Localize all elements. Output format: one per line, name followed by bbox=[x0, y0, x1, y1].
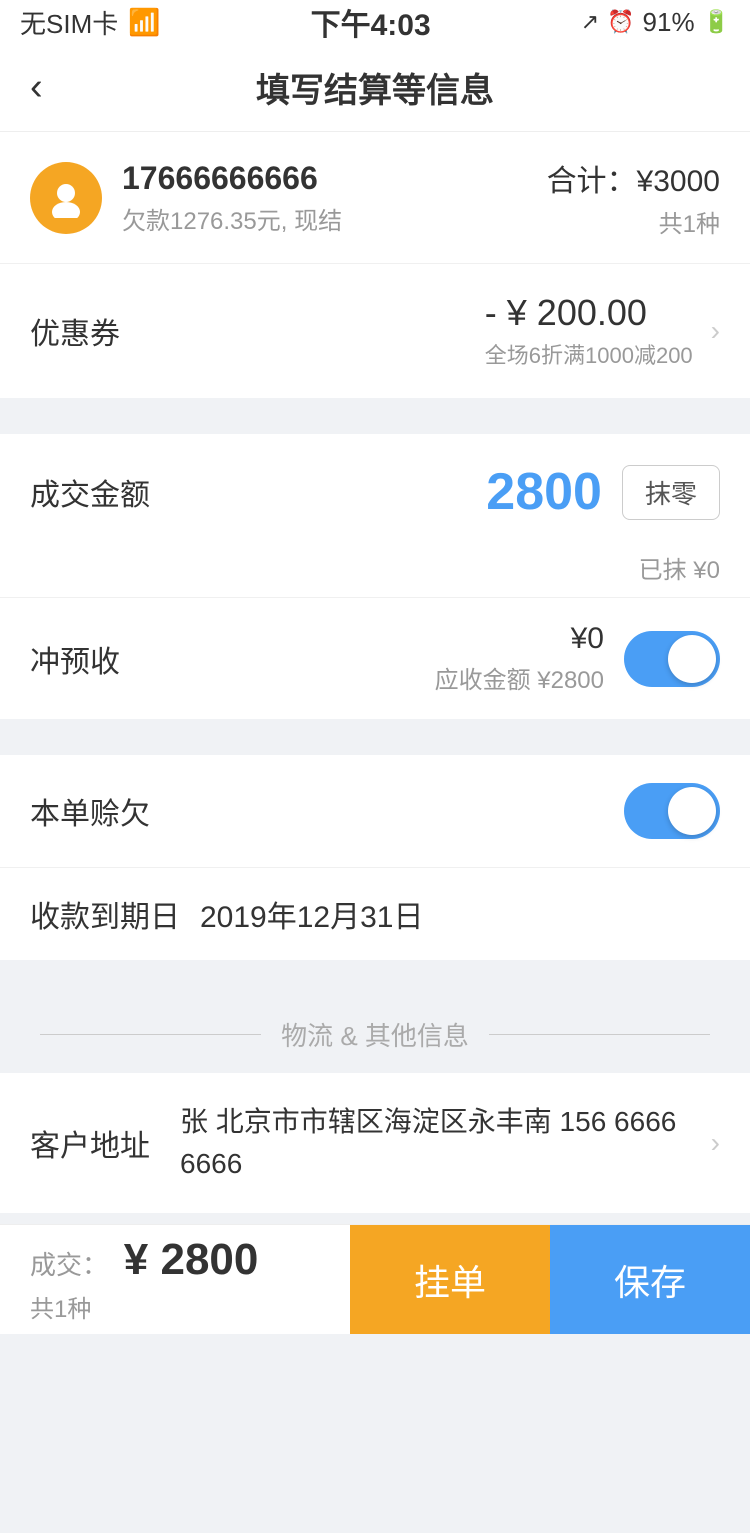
coupon-discount: - ¥ 200.00 bbox=[485, 292, 693, 334]
location-icon: ↗ bbox=[581, 9, 599, 35]
battery-label: 91% bbox=[643, 7, 695, 38]
debt-toggle-thumb bbox=[668, 787, 716, 835]
address-label: 客户地址 bbox=[30, 1121, 150, 1165]
prepay-right: ¥0 应收金额 ¥2800 bbox=[435, 622, 720, 695]
prepay-toggle[interactable] bbox=[624, 631, 720, 687]
separator-2 bbox=[0, 735, 750, 755]
deal-amount-row: 成交金额 2800 抹零 bbox=[0, 434, 750, 550]
status-time: 下午4:03 bbox=[311, 0, 431, 44]
coupon-desc: 全场6折满1000减200 bbox=[485, 338, 693, 370]
deal-section: 成交金额 2800 抹零 已抹 ¥0 冲预收 ¥0 应收金额 ¥2800 bbox=[0, 434, 750, 719]
save-button[interactable]: 保存 bbox=[550, 1225, 750, 1334]
carrier-label: 无SIM卡 bbox=[20, 4, 118, 41]
toggle-thumb bbox=[668, 635, 716, 683]
chevron-right-icon: › bbox=[711, 315, 720, 347]
duedate-row: 收款到期日 2019年12月31日 bbox=[0, 867, 750, 960]
prepay-row: 冲预收 ¥0 应收金额 ¥2800 bbox=[0, 597, 750, 719]
separator-3 bbox=[0, 976, 750, 996]
logistics-divider: 物流 & 其他信息 bbox=[0, 996, 750, 1073]
round-zero-button[interactable]: 抹零 bbox=[622, 465, 720, 520]
address-value: 张 北京市市辖区海淀区永丰南 156 6666 6666 bbox=[180, 1101, 703, 1185]
bottom-bar: 成交： ¥ 2800 共1种 挂单 保存 bbox=[0, 1224, 750, 1334]
deal-sub: 已抹 ¥0 bbox=[0, 550, 750, 597]
battery-icon: 🔋 bbox=[703, 9, 730, 35]
debt-section: 本单赊欠 收款到期日 2019年12月31日 bbox=[0, 755, 750, 960]
customer-left: 17666666666 欠款1276.35元, 现结 bbox=[30, 160, 342, 236]
total-count: 共1种 bbox=[547, 204, 720, 239]
prepay-sub: 应收金额 ¥2800 bbox=[435, 660, 604, 695]
divider-line-left bbox=[40, 1034, 261, 1035]
divider-line-right bbox=[489, 1034, 710, 1035]
status-left: 无SIM卡 📶 bbox=[20, 4, 161, 41]
customer-info: 17666666666 欠款1276.35元, 现结 bbox=[122, 160, 342, 236]
deal-amount: 2800 bbox=[486, 462, 602, 522]
alarm-icon: ⏰ bbox=[607, 9, 634, 35]
bottom-deal-amount: ¥ 2800 bbox=[124, 1235, 259, 1284]
bottom-deal-row: 成交： ¥ 2800 bbox=[30, 1235, 320, 1285]
debt-label: 本单赊欠 bbox=[30, 789, 150, 833]
duedate-label: 收款到期日 bbox=[30, 892, 180, 936]
avatar-icon bbox=[46, 178, 86, 218]
status-right: ↗ ⏰ 91% 🔋 bbox=[581, 7, 730, 38]
customer-right: 合计：¥3000 共1种 bbox=[547, 156, 720, 239]
coupon-row[interactable]: 优惠券 - ¥ 200.00 全场6折满1000减200 › bbox=[0, 263, 750, 398]
prepay-label: 冲预收 bbox=[30, 637, 120, 681]
hang-order-button[interactable]: 挂单 bbox=[350, 1225, 550, 1334]
customer-card: 17666666666 欠款1276.35元, 现结 合计：¥3000 共1种 … bbox=[0, 132, 750, 398]
deal-label: 成交金额 bbox=[30, 470, 150, 514]
page-title: 填写结算等信息 bbox=[256, 63, 494, 112]
bottom-deal-label: 成交： bbox=[30, 1250, 108, 1280]
bottom-actions: 挂单 保存 bbox=[350, 1225, 750, 1334]
status-bar: 无SIM卡 📶 下午4:03 ↗ ⏰ 91% 🔋 bbox=[0, 0, 750, 44]
customer-phone: 17666666666 bbox=[122, 160, 342, 197]
separator-1 bbox=[0, 414, 750, 434]
duedate-value: 2019年12月31日 bbox=[200, 892, 423, 936]
address-row[interactable]: 客户地址 张 北京市市辖区海淀区永丰南 156 6666 6666 › bbox=[0, 1073, 750, 1213]
bottom-count: 共1种 bbox=[30, 1289, 320, 1324]
prepay-amount: ¥0 bbox=[435, 622, 604, 656]
customer-sub-info: 欠款1276.35元, 现结 bbox=[122, 201, 342, 236]
wifi-icon: 📶 bbox=[128, 7, 160, 38]
prepay-amount-block: ¥0 应收金额 ¥2800 bbox=[435, 622, 604, 695]
address-chevron-icon: › bbox=[711, 1127, 720, 1159]
back-button[interactable]: ‹ bbox=[30, 66, 43, 109]
deal-amount-area: 2800 抹零 bbox=[486, 462, 720, 522]
debt-toggle[interactable] bbox=[624, 783, 720, 839]
divider-label: 物流 & 其他信息 bbox=[281, 1016, 469, 1053]
nav-bar: ‹ 填写结算等信息 bbox=[0, 44, 750, 132]
bottom-summary: 成交： ¥ 2800 共1种 bbox=[0, 1235, 350, 1324]
coupon-label: 优惠券 bbox=[30, 309, 120, 353]
customer-row: 17666666666 欠款1276.35元, 现结 合计：¥3000 共1种 bbox=[0, 132, 750, 263]
avatar bbox=[30, 162, 102, 234]
total-amount: 合计：¥3000 bbox=[547, 156, 720, 200]
debt-row: 本单赊欠 bbox=[0, 755, 750, 867]
coupon-right: - ¥ 200.00 全场6折满1000减200 › bbox=[485, 292, 720, 370]
